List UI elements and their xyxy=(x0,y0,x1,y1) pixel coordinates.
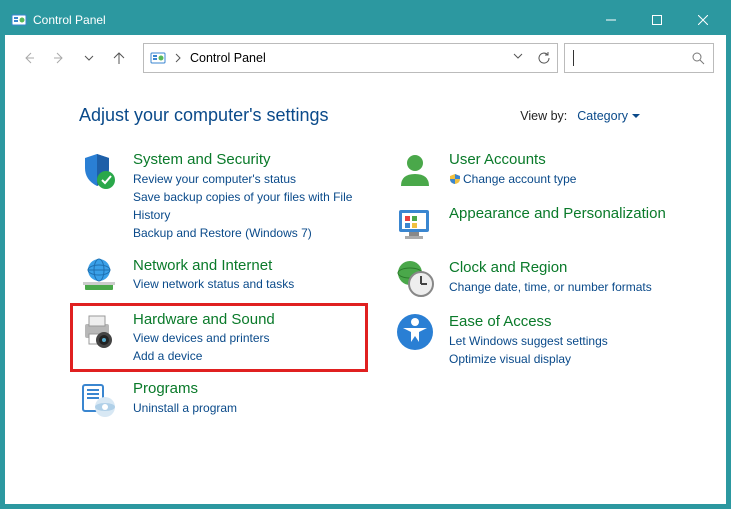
link-devices-printers[interactable]: View devices and printers xyxy=(133,329,275,347)
close-button[interactable] xyxy=(680,5,726,35)
link-uninstall[interactable]: Uninstall a program xyxy=(133,399,237,417)
chevron-right-icon xyxy=(174,53,182,63)
window-title: Control Panel xyxy=(33,13,106,27)
link-review-status[interactable]: Review your computer's status xyxy=(133,170,359,188)
breadcrumb[interactable]: Control Panel xyxy=(190,51,266,65)
category-network[interactable]: Network and Internet xyxy=(133,256,294,276)
appearance-icon xyxy=(395,204,435,244)
uac-shield-icon xyxy=(449,173,461,185)
highlight-box: Hardware and Sound View devices and prin… xyxy=(70,303,368,373)
forward-button[interactable] xyxy=(47,46,71,70)
link-optimize-display[interactable]: Optimize visual display xyxy=(449,350,608,368)
address-bar[interactable]: Control Panel xyxy=(143,43,558,73)
view-by-dropdown[interactable]: Category xyxy=(577,109,640,123)
network-icon xyxy=(79,256,119,296)
link-suggest-settings[interactable]: Let Windows suggest settings xyxy=(449,332,608,350)
back-button[interactable] xyxy=(17,46,41,70)
link-backup-restore[interactable]: Backup and Restore (Windows 7) xyxy=(133,224,359,242)
clock-icon xyxy=(395,258,435,298)
link-file-history[interactable]: Save backup copies of your files with Fi… xyxy=(133,188,359,224)
title-bar: Control Panel xyxy=(5,5,726,35)
category-appearance[interactable]: Appearance and Personalization xyxy=(449,204,666,224)
link-add-device[interactable]: Add a device xyxy=(133,347,275,365)
category-hardware-sound[interactable]: Hardware and Sound xyxy=(133,310,275,330)
minimize-button[interactable] xyxy=(588,5,634,35)
shield-icon xyxy=(79,150,119,190)
control-panel-icon xyxy=(11,12,27,28)
recent-locations-dropdown[interactable] xyxy=(77,46,101,70)
category-user-accounts[interactable]: User Accounts xyxy=(449,150,576,170)
link-network-status[interactable]: View network status and tasks xyxy=(133,275,294,293)
view-by-label: View by: xyxy=(520,109,567,123)
up-button[interactable] xyxy=(107,46,131,70)
search-icon xyxy=(691,51,705,65)
printer-icon xyxy=(79,310,119,350)
search-input[interactable] xyxy=(564,43,714,73)
category-system-security[interactable]: System and Security xyxy=(133,150,359,170)
category-clock-region[interactable]: Clock and Region xyxy=(449,258,652,278)
page-title: Adjust your computer's settings xyxy=(79,105,329,126)
category-ease-of-access[interactable]: Ease of Access xyxy=(449,312,608,332)
caret-down-icon xyxy=(632,112,640,120)
nav-toolbar: Control Panel xyxy=(5,35,726,81)
programs-icon xyxy=(79,379,119,419)
refresh-icon[interactable] xyxy=(537,51,551,65)
chevron-down-icon[interactable] xyxy=(513,51,523,65)
ease-of-access-icon xyxy=(395,312,435,352)
link-change-account-type[interactable]: Change account type xyxy=(449,170,576,188)
maximize-button[interactable] xyxy=(634,5,680,35)
control-panel-icon xyxy=(150,50,166,66)
user-icon xyxy=(395,150,435,190)
link-date-time-formats[interactable]: Change date, time, or number formats xyxy=(449,278,652,296)
category-programs[interactable]: Programs xyxy=(133,379,237,399)
